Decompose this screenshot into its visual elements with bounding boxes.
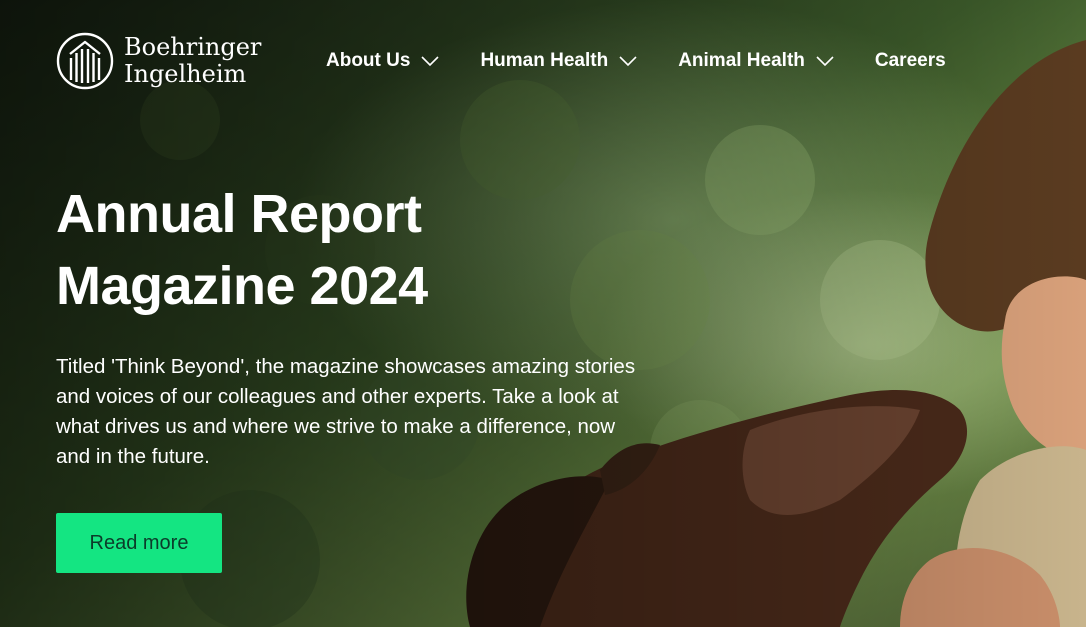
chevron-down-icon xyxy=(619,56,637,67)
title-line-2: Magazine 2024 xyxy=(56,256,428,316)
nav-item-animal-health[interactable]: Animal Health xyxy=(678,50,835,72)
nav-item-about-us[interactable]: About Us xyxy=(326,50,440,72)
nav-item-careers[interactable]: Careers xyxy=(875,50,946,72)
logo-emblem-icon xyxy=(56,32,114,90)
brand-name-line1: Boehringer xyxy=(124,33,262,61)
chevron-down-icon xyxy=(816,56,834,67)
brand-name-line2: Ingelheim xyxy=(124,60,247,88)
title-line-1: Annual Report xyxy=(56,184,422,244)
page-title: Annual Report Magazine 2024 xyxy=(56,178,428,322)
nav-item-human-health[interactable]: Human Health xyxy=(480,50,638,72)
main-navigation: About Us Human Health Animal Health Care… xyxy=(326,50,986,72)
nav-item-label: Careers xyxy=(874,50,946,71)
brand-wordmark: Boehringer Ingelheim xyxy=(124,34,261,88)
read-more-button[interactable]: Read more xyxy=(56,513,222,573)
brand-logo[interactable]: Boehringer Ingelheim xyxy=(56,32,261,90)
chevron-down-icon xyxy=(421,56,440,67)
hero-description: Titled 'Think Beyond', the magazine show… xyxy=(56,355,636,468)
nav-item-label: About Us xyxy=(326,50,411,71)
nav-item-label: Human Health xyxy=(480,50,609,71)
nav-item-label: Animal Health xyxy=(678,50,805,71)
